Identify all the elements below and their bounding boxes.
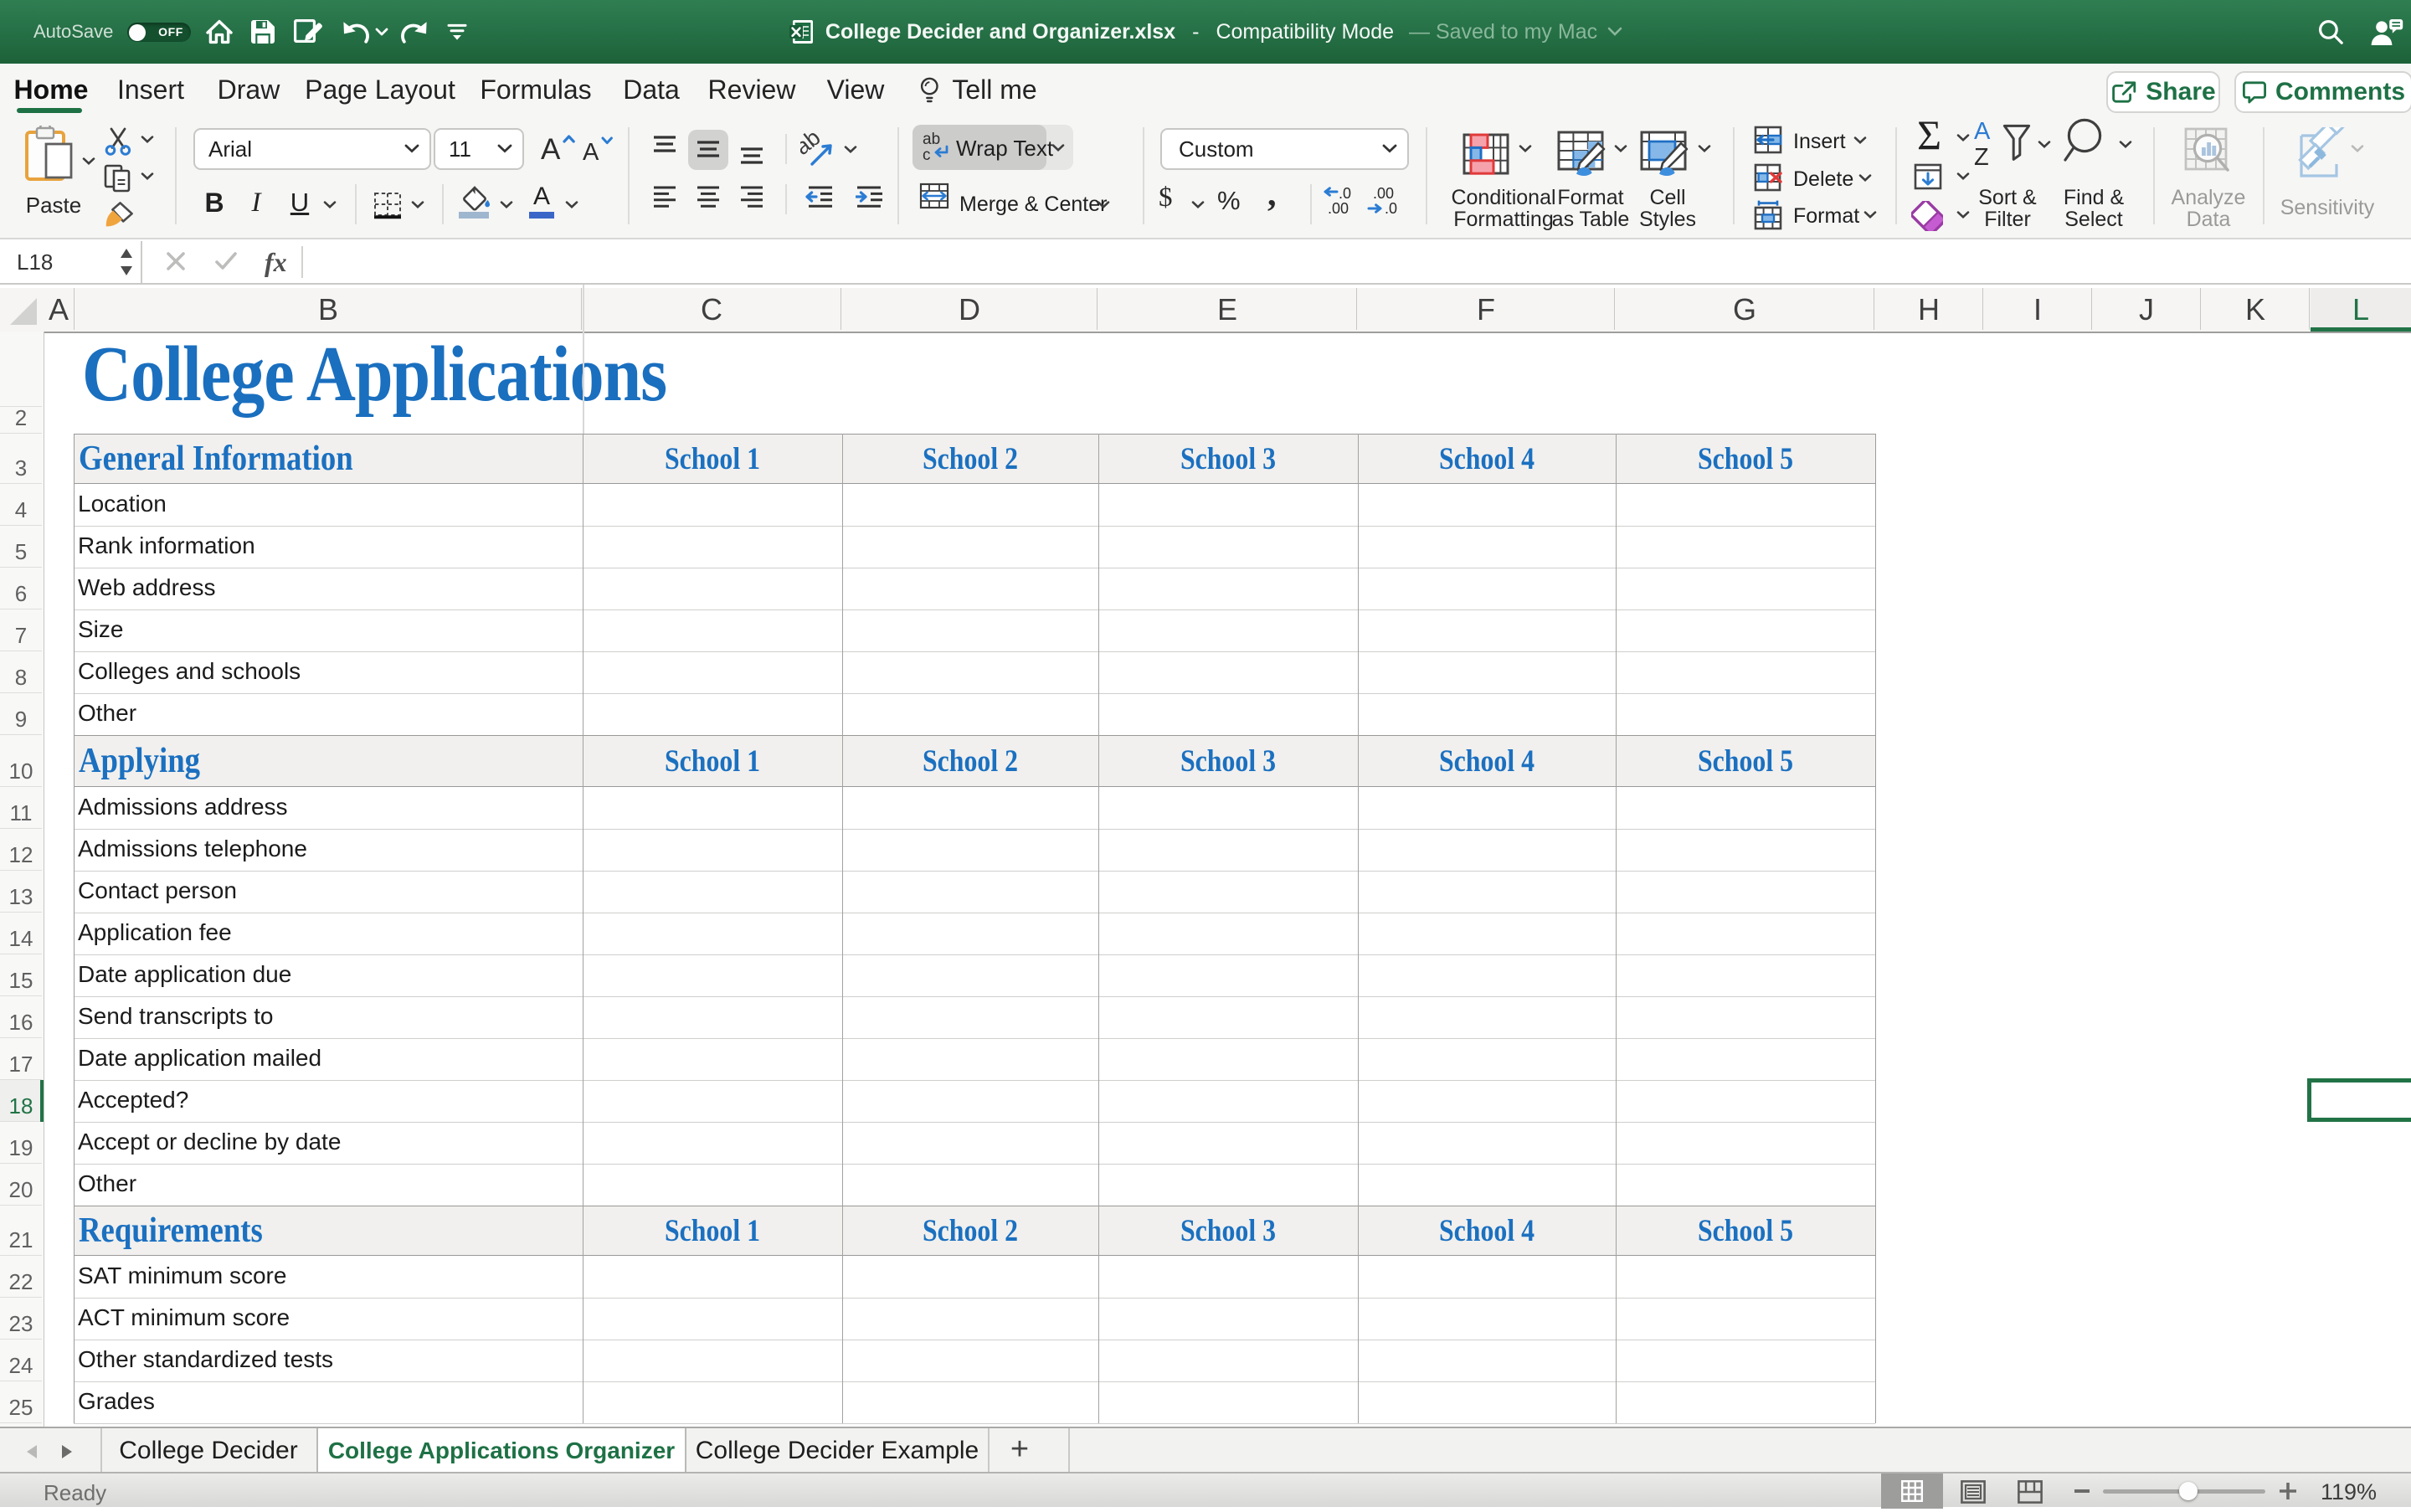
svg-text:A: A [541, 133, 561, 162]
svg-text:.00: .00 [1373, 185, 1394, 202]
svg-text:.0: .0 [1339, 185, 1351, 202]
svg-text:.0: .0 [1385, 200, 1397, 216]
svg-text:A: A [583, 139, 599, 162]
svg-text:c: c [923, 147, 931, 162]
svg-text:.00: .00 [1328, 200, 1349, 216]
svg-text:ab: ab [923, 131, 940, 148]
